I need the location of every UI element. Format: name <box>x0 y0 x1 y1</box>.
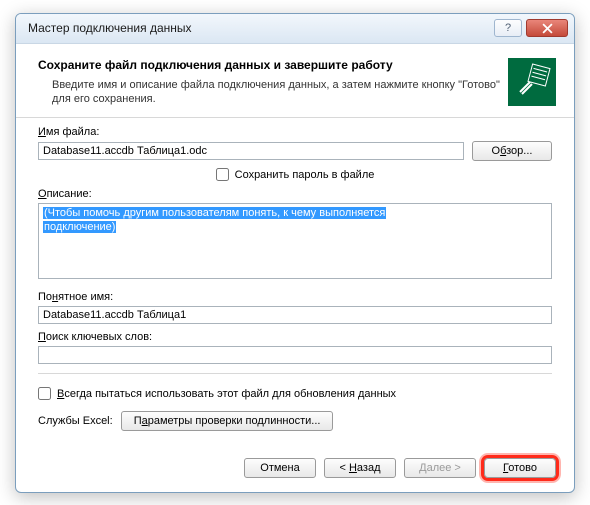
wizard-header: Сохраните файл подключения данных и заве… <box>16 44 574 119</box>
close-icon <box>542 23 553 34</box>
next-button: Далее > <box>404 458 476 478</box>
keywords-input[interactable] <box>38 346 552 364</box>
cancel-button[interactable]: Отмена <box>244 458 316 478</box>
filename-label: Имя файла: <box>38 126 552 138</box>
titlebar: Мастер подключения данных ? <box>16 14 574 44</box>
keywords-label: Поиск ключевых слов: <box>38 331 552 343</box>
wizard-body: Имя файла: Обзор... Сохранить пароль в ф… <box>16 118 574 447</box>
save-password-checkbox[interactable] <box>216 168 229 181</box>
header-subtitle: Введите имя и описание файла подключения… <box>38 78 500 108</box>
close-button[interactable] <box>526 19 568 37</box>
browse-button[interactable]: Обзор... <box>472 141 552 161</box>
friendly-name-label: Понятное имя: <box>38 291 552 303</box>
filename-input[interactable] <box>38 142 464 160</box>
help-button[interactable]: ? <box>494 19 522 37</box>
back-button[interactable]: < Назад <box>324 458 396 478</box>
description-textarea[interactable] <box>38 203 552 279</box>
always-use-label: Всегда пытаться использовать этот файл д… <box>57 388 396 400</box>
header-title: Сохраните файл подключения данных и заве… <box>38 58 500 72</box>
save-password-label: Сохранить пароль в файле <box>235 169 375 181</box>
window-title: Мастер подключения данных <box>28 21 490 35</box>
connection-icon <box>508 58 556 106</box>
friendly-name-input[interactable] <box>38 306 552 324</box>
finish-button[interactable]: Готово <box>484 458 556 478</box>
dialog-window: Мастер подключения данных ? Сохраните фа… <box>15 13 575 493</box>
excel-services-label: Службы Excel: <box>38 415 113 427</box>
auth-params-button[interactable]: Параметры проверки подлинности... <box>121 411 334 431</box>
description-label: Описание: <box>38 188 552 200</box>
always-use-checkbox[interactable] <box>38 387 51 400</box>
wizard-footer: Отмена < Назад Далее > Готово <box>16 448 574 492</box>
divider <box>38 373 552 374</box>
